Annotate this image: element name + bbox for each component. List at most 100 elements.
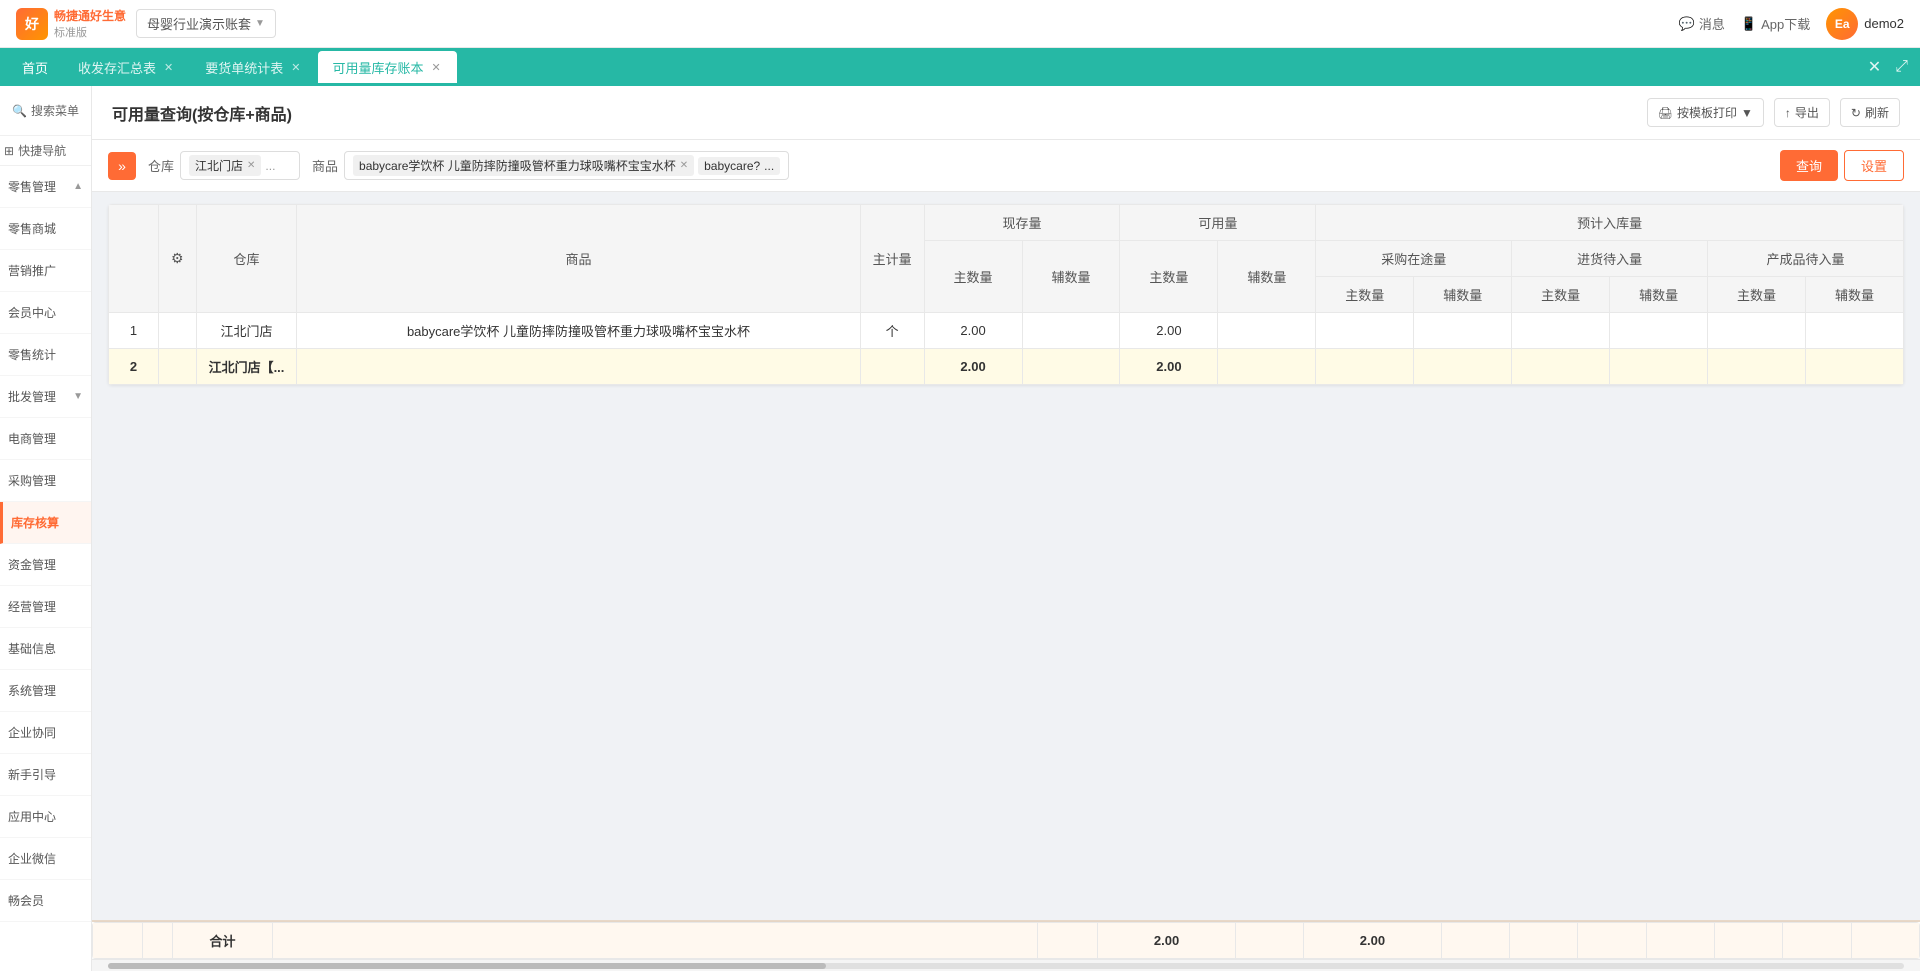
th-unit: 主计量: [860, 205, 924, 313]
th-production-aux: 辅数量: [1806, 277, 1904, 313]
top-bar-right: 💬 消息 📱 App下载 Ea demo2: [1679, 8, 1904, 40]
scrollbar-thumb[interactable]: [108, 963, 826, 969]
warehouse-label: 仓库: [148, 156, 174, 175]
cell-gear-1: [159, 313, 197, 349]
page-header: 可用量查询(按仓库+商品) 🖨 按模板打印 ▼ ↑ 导出 ↻ 刷新: [92, 86, 1920, 140]
sidebar-item-operation[interactable]: 经营管理: [0, 586, 91, 628]
sidebar-item-retail-stats[interactable]: 零售统计: [0, 334, 91, 376]
tab-order-stats[interactable]: 要货单统计表 ✕: [191, 51, 316, 83]
cell-available-main-2: 2.00: [1120, 349, 1218, 385]
footer-production-main: [1783, 923, 1851, 959]
warehouse-tag-close[interactable]: ✕: [247, 160, 255, 171]
query-button[interactable]: 查询: [1780, 150, 1838, 181]
th-product: 商品: [297, 205, 860, 313]
footer-available-aux: [1441, 923, 1509, 959]
close-tab-receive-summary[interactable]: ✕: [162, 59, 175, 76]
cell-production-main-2: [1708, 349, 1806, 385]
horizontal-scrollbar[interactable]: [92, 959, 1920, 971]
sidebar-item-member[interactable]: 会员中心: [0, 292, 91, 334]
chevron-down-icon: ▼: [1741, 106, 1753, 120]
sidebar-item-corp-wechat[interactable]: 企业微信: [0, 838, 91, 880]
content-area: 可用量查询(按仓库+商品) 🖨 按模板打印 ▼ ↑ 导出 ↻ 刷新: [92, 86, 1920, 971]
warehouse-input[interactable]: 江北门店 ✕ ...: [180, 151, 300, 180]
footer-empty4: [1038, 923, 1098, 959]
sidebar-item-purchase-mgmt[interactable]: 采购管理: [0, 460, 91, 502]
sidebar-item-ecom-mgmt[interactable]: 电商管理: [0, 418, 91, 460]
product-tag1-close[interactable]: ✕: [680, 160, 688, 171]
app-download-button[interactable]: 📱 App下载: [1741, 14, 1810, 33]
sidebar-item-wholesale-mgmt[interactable]: 批发管理 ▼: [0, 376, 91, 418]
tab-receive-summary[interactable]: 收发存汇总表 ✕: [64, 51, 189, 83]
cell-idx-2: 2: [109, 349, 159, 385]
logo-text: 畅捷通好生意 标准版: [54, 7, 126, 40]
sidebar-item-marketing[interactable]: 营销推广: [0, 250, 91, 292]
cell-incoming-aux-2: [1610, 349, 1708, 385]
cell-available-main-1: 2.00: [1120, 313, 1218, 349]
export-button[interactable]: ↑ 导出: [1774, 98, 1830, 127]
th-stock-group: 现存量: [924, 205, 1120, 241]
sidebar-item-corp-collab[interactable]: 企业协同: [0, 712, 91, 754]
tab-available-stock[interactable]: 可用量库存账本 ✕: [318, 51, 456, 83]
product-input[interactable]: babycare学饮杯 儿童防摔防撞吸管杯重力球吸嘴杯宝宝水杯 ✕ babyca…: [344, 151, 789, 180]
page-title: 可用量查询(按仓库+商品): [112, 101, 292, 125]
sidebar-item-retail-mall[interactable]: 零售商城: [0, 208, 91, 250]
expand-nav-button[interactable]: ⤢: [1891, 54, 1912, 80]
cell-available-aux-1: [1218, 313, 1316, 349]
sidebar-item-finance[interactable]: 资金管理: [0, 544, 91, 586]
industry-selector[interactable]: 母婴行业演示账套 ▼: [136, 9, 276, 38]
cell-available-aux-2: [1218, 349, 1316, 385]
cell-stock-aux-1: [1022, 313, 1120, 349]
cell-warehouse-2: 江北门店【...: [196, 349, 297, 385]
table-row-subtotal: 2 江北门店【... 2.00 2.00: [109, 349, 1904, 385]
sidebar-search-area: 🔍 搜索菜单: [0, 86, 91, 136]
refresh-button[interactable]: ↻ 刷新: [1840, 98, 1900, 127]
th-forecast-group: 预计入库量: [1316, 205, 1904, 241]
sidebar-item-member2[interactable]: 畅会员: [0, 880, 91, 922]
cell-purchase-aux-2: [1414, 349, 1512, 385]
cell-product-2: [297, 349, 860, 385]
chevron-down-icon: ▼: [255, 18, 265, 29]
th-purchase-main: 主数量: [1316, 277, 1414, 313]
close-tab-order-stats[interactable]: ✕: [289, 59, 302, 76]
download-icon: 📱: [1741, 16, 1757, 32]
tab-home[interactable]: 首页: [8, 51, 62, 83]
cell-unit-1: 个: [860, 313, 924, 349]
product-label: 商品: [312, 156, 338, 175]
sidebar-item-retail-mgmt[interactable]: 零售管理 ▲: [0, 166, 91, 208]
close-tab-available-stock[interactable]: ✕: [430, 59, 443, 76]
cell-incoming-main-1: [1512, 313, 1610, 349]
template-print-button[interactable]: 🖨 按模板打印 ▼: [1647, 98, 1764, 127]
th-gear[interactable]: ⚙: [159, 205, 197, 313]
sidebar-item-inventory[interactable]: 库存核算: [0, 502, 91, 544]
user-avatar-area[interactable]: Ea demo2: [1826, 8, 1904, 40]
message-button[interactable]: 💬 消息: [1679, 14, 1725, 33]
cell-idx-1: 1: [109, 313, 159, 349]
sidebar-item-sys-mgmt[interactable]: 系统管理: [0, 670, 91, 712]
product-filter-field: 商品 babycare学饮杯 儿童防摔防撞吸管杯重力球吸嘴杯宝宝水杯 ✕ bab…: [312, 151, 789, 180]
cell-gear-2: [159, 349, 197, 385]
scrollbar-track: [108, 963, 1904, 969]
th-available-main: 主数量: [1120, 241, 1218, 313]
search-menu-button[interactable]: 🔍 搜索菜单: [8, 96, 83, 125]
footer-empty3: [273, 923, 1038, 959]
sidebar-item-new-guide[interactable]: 新手引导: [0, 754, 91, 796]
chevron-down-icon: ▼: [73, 391, 83, 402]
cell-stock-main-2: 2.00: [924, 349, 1022, 385]
filter-toggle-button[interactable]: »: [108, 152, 136, 180]
settings-button[interactable]: 设置: [1844, 150, 1904, 181]
th-available-group: 可用量: [1120, 205, 1316, 241]
th-production-main: 主数量: [1708, 277, 1806, 313]
cell-warehouse-1: 江北门店: [196, 313, 297, 349]
sidebar-item-app-center[interactable]: 应用中心: [0, 796, 91, 838]
data-table: ⚙ 仓库 商品 主计量 现存量 可用量 预计入库量 主数量 辅数量 主数量 辅数…: [108, 204, 1904, 385]
quick-nav-button[interactable]: ⊞ 快捷导航: [0, 136, 91, 166]
footer-incoming-aux: [1714, 923, 1782, 959]
th-idx: [109, 205, 159, 313]
footer-stock-main: 2.00: [1098, 923, 1236, 959]
close-all-tabs-button[interactable]: ✕: [1860, 53, 1889, 81]
table-container: ⚙ 仓库 商品 主计量 现存量 可用量 预计入库量 主数量 辅数量 主数量 辅数…: [92, 192, 1920, 920]
search-icon: 🔍: [12, 104, 27, 118]
table-footer-container: 合计 2.00 2.00: [92, 920, 1920, 959]
warehouse-more-button[interactable]: ...: [265, 159, 275, 173]
sidebar-item-basic-info[interactable]: 基础信息: [0, 628, 91, 670]
